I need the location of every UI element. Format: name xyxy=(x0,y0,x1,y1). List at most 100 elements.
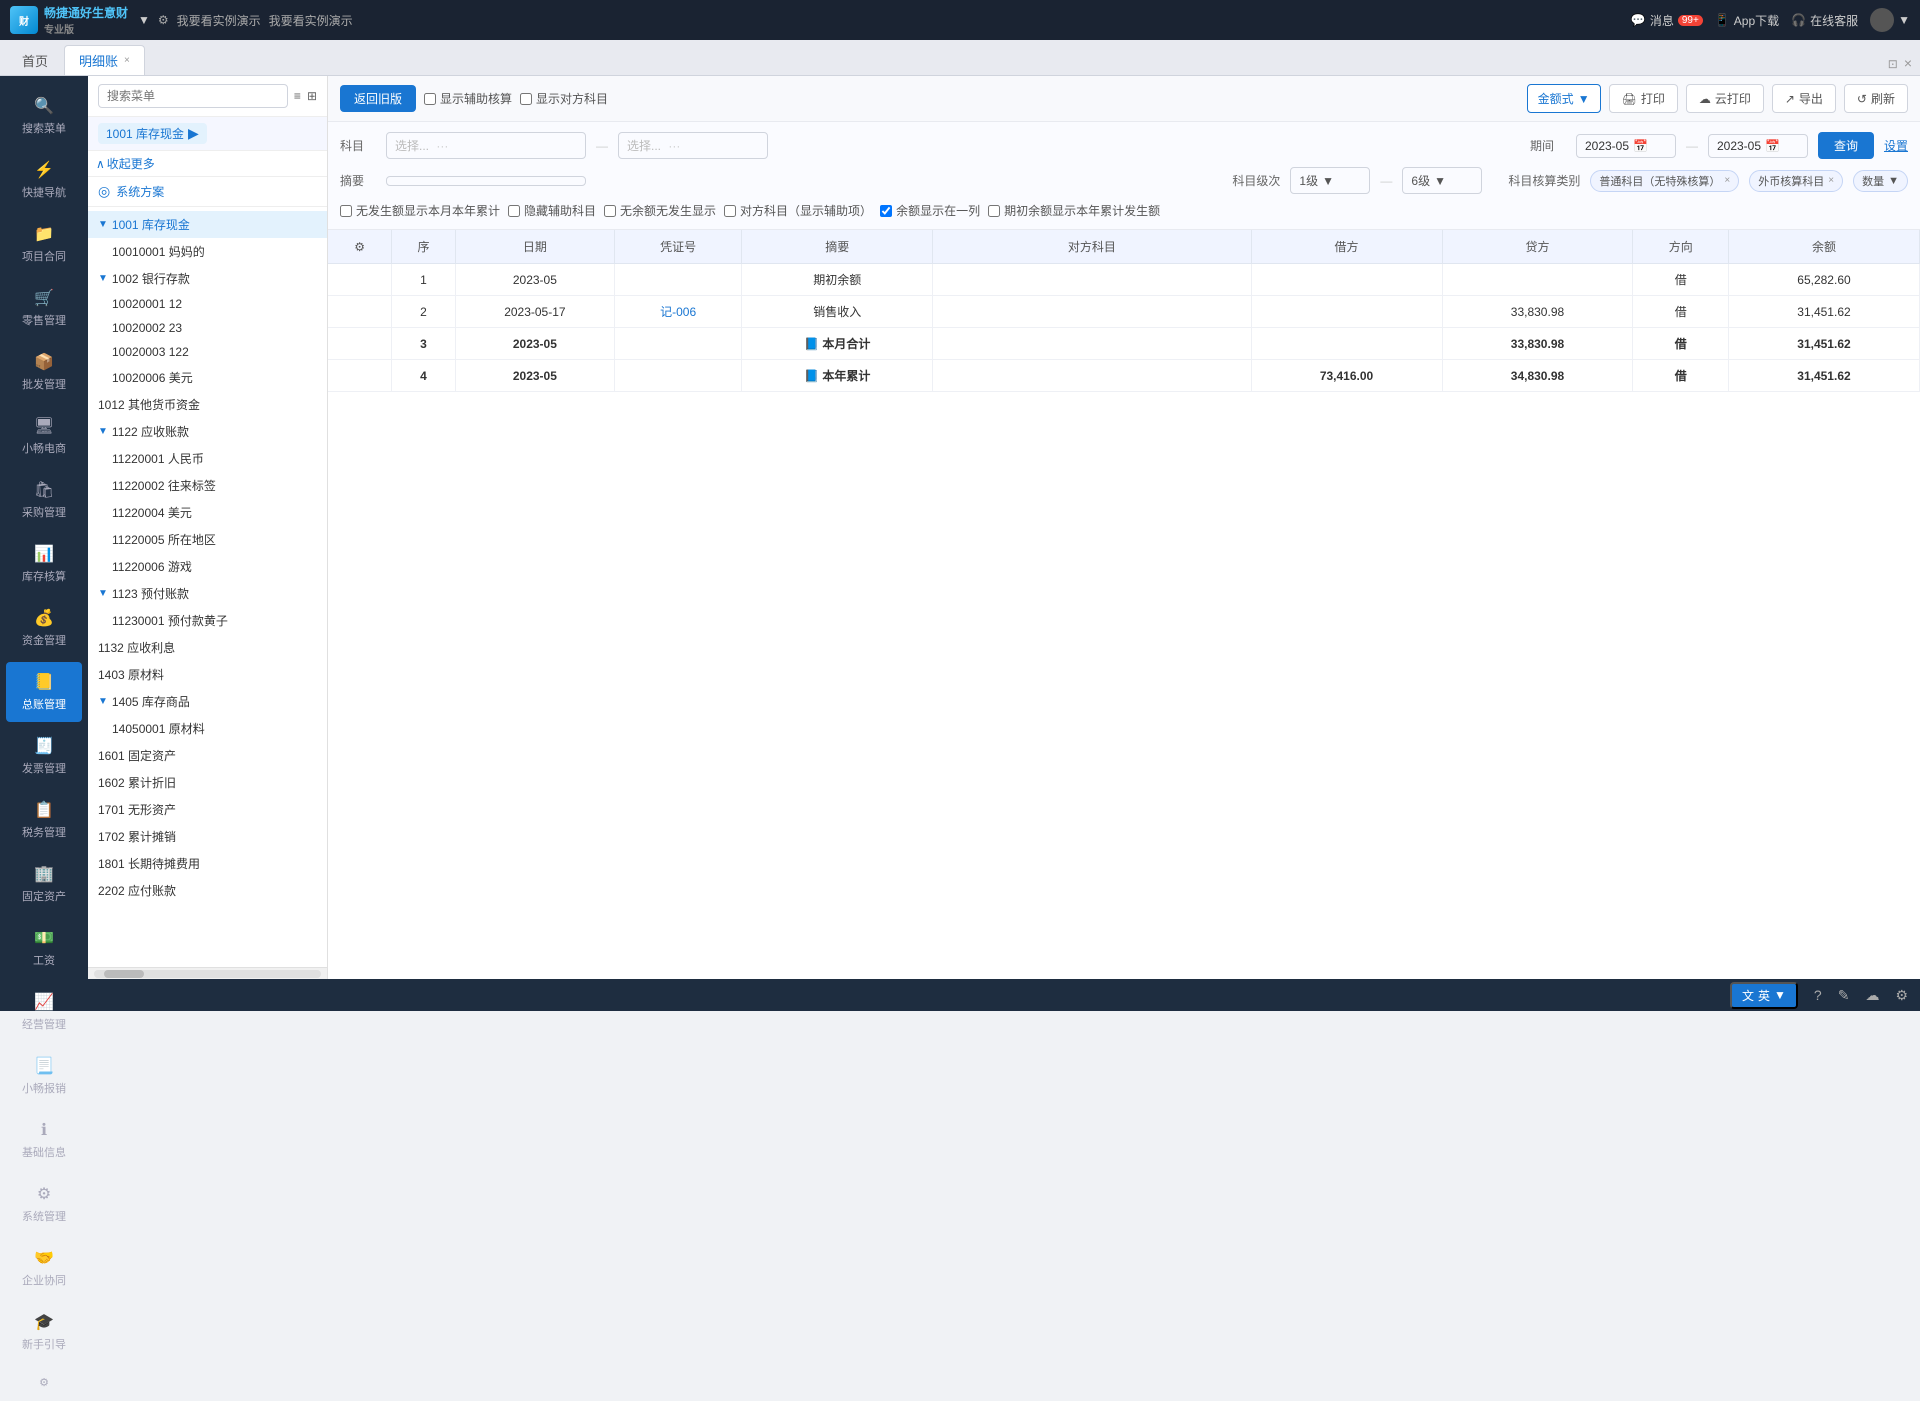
cb-contra-display-input[interactable] xyxy=(724,205,736,217)
sidebar-item-project[interactable]: 📁 项目合同 xyxy=(6,214,82,274)
amount-format-btn[interactable]: 金额式 ▼ xyxy=(1527,84,1601,113)
settings-link[interactable]: 设置 xyxy=(1884,137,1908,154)
sidebar-item-search[interactable]: 🔍 搜索菜单 xyxy=(6,86,82,146)
sidebar-item-inventory[interactable]: 📊 库存核算 xyxy=(6,534,82,594)
tab-active[interactable]: 明细账 × xyxy=(64,45,145,75)
horizontal-scrollbar[interactable] xyxy=(88,967,327,979)
account-filter-input[interactable]: 选择... ··· xyxy=(386,132,586,159)
summary-filter-input[interactable] xyxy=(386,176,586,186)
show-contra-checkbox[interactable] xyxy=(520,93,532,105)
scheme-label[interactable]: 系统方案 xyxy=(116,183,164,200)
account-tag[interactable]: 1001 库存现金 ▶ xyxy=(98,123,207,144)
sidebar-item-tax[interactable]: 📋 税务管理 xyxy=(6,790,82,850)
tree-item-1132[interactable]: 1132 应收利息 xyxy=(88,634,327,661)
tag-foreign-close[interactable]: × xyxy=(1828,175,1834,186)
cb-no-balance-input[interactable] xyxy=(604,205,616,217)
bottom-cloud-icon[interactable]: ☁ xyxy=(1865,987,1879,1004)
level-from-select[interactable]: 1级 ▼ xyxy=(1290,167,1370,194)
bottom-edit-icon[interactable]: ✎ xyxy=(1838,987,1850,1004)
sidebar-item-shortcut[interactable]: ⚡ 快捷导航 xyxy=(6,150,82,210)
demo-label-text[interactable]: 我要看实例演示 xyxy=(269,12,353,29)
tree-item-2202[interactable]: 2202 应付账款 xyxy=(88,877,327,904)
sidebar-item-invoice[interactable]: 🧾 发票管理 xyxy=(6,726,82,786)
tree-item-11220005[interactable]: 11220005 所在地区 xyxy=(102,526,327,553)
tree-item-1801[interactable]: 1801 长期待摊费用 xyxy=(88,850,327,877)
tree-item-10020002[interactable]: 10020002 23 xyxy=(102,316,327,340)
sidebar-settings-btn[interactable]: ⚙ xyxy=(6,1366,82,1399)
cloud-print-btn[interactable]: ☁ 云打印 xyxy=(1686,84,1764,113)
tab-close-all-icon[interactable]: × xyxy=(1904,55,1912,71)
sidebar-item-report[interactable]: 📃 小畅报销 xyxy=(6,1046,82,1106)
tag-qty-arrow[interactable]: ▼ xyxy=(1888,175,1899,187)
settings-icon[interactable]: ⚙ xyxy=(158,13,169,27)
lang-switch-btn[interactable]: 文 英 ▼ xyxy=(1730,982,1798,1009)
demo-link[interactable]: 我要看实例演示 xyxy=(177,12,261,29)
show-aux-checkbox[interactable] xyxy=(424,93,436,105)
panel-icon-expand[interactable]: ⊞ xyxy=(307,89,317,103)
online-service-btn[interactable]: 🎧 在线客服 xyxy=(1791,12,1858,29)
message-btn[interactable]: 💬 消息 99+ xyxy=(1631,12,1703,29)
level-to-select[interactable]: 6级 ▼ xyxy=(1402,167,1482,194)
sidebar-item-ledger[interactable]: 📒 总账管理 xyxy=(6,662,82,722)
cb-no-occur-input[interactable] xyxy=(340,205,352,217)
tag-normal-close[interactable]: × xyxy=(1724,175,1730,186)
sidebar-item-wholesale[interactable]: 📦 批发管理 xyxy=(6,342,82,402)
tree-item-1403[interactable]: 1403 原材料 xyxy=(88,661,327,688)
tree-item-1701[interactable]: 1701 无形资产 xyxy=(88,796,327,823)
sidebar-item-ecommerce[interactable]: 🖥 小畅电商 xyxy=(6,406,82,466)
tree-item-10020001[interactable]: 10020001 12 xyxy=(102,292,327,316)
period-start-input[interactable]: 2023-05 📅 xyxy=(1576,134,1676,158)
filter-toggle[interactable]: ∧ 收起更多 xyxy=(88,151,327,177)
sidebar-item-basic[interactable]: ℹ 基础信息 xyxy=(6,1110,82,1170)
tree-item-11230001[interactable]: 11230001 预付款黄子 xyxy=(102,607,327,634)
sidebar-item-salary[interactable]: 💵 工资 xyxy=(6,918,82,978)
tree-item-1602[interactable]: 1602 累计折旧 xyxy=(88,769,327,796)
tab-close-icon[interactable]: × xyxy=(124,55,130,66)
tab-restore-icon[interactable]: ⊡ xyxy=(1888,57,1898,71)
voucher-link[interactable]: 记-006 xyxy=(660,305,696,319)
sidebar-item-ops[interactable]: 📈 经营管理 xyxy=(6,982,82,1042)
cb-balance-one-col-input[interactable] xyxy=(880,205,892,217)
bottom-help-icon[interactable]: ? xyxy=(1814,987,1822,1003)
query-btn[interactable]: 查询 xyxy=(1818,132,1874,159)
back-old-btn[interactable]: 返回旧版 xyxy=(340,85,416,112)
tree-item-10010001[interactable]: 10010001 妈妈的 xyxy=(102,238,327,265)
panel-icon-list[interactable]: ≡ xyxy=(294,89,301,103)
sidebar-item-assets[interactable]: 🏢 固定资产 xyxy=(6,854,82,914)
tree-item-11220002[interactable]: 11220002 往来标签 xyxy=(102,472,327,499)
tree-item-11220001[interactable]: 11220001 人民币 xyxy=(102,445,327,472)
tree-item-14050001[interactable]: 14050001 原材料 xyxy=(102,715,327,742)
sidebar-item-retail[interactable]: 🛒 零售管理 xyxy=(6,278,82,338)
tree-item-1702[interactable]: 1702 累计摊销 xyxy=(88,823,327,850)
cb-hide-aux-input[interactable] xyxy=(508,205,520,217)
cb-opening-ytd-input[interactable] xyxy=(988,205,1000,217)
tree-item-1601[interactable]: 1601 固定资产 xyxy=(88,742,327,769)
bottom-settings-icon[interactable]: ⚙ xyxy=(1895,987,1908,1004)
sidebar-item-system[interactable]: ⚙ 系统管理 xyxy=(6,1174,82,1234)
account-search-input[interactable] xyxy=(98,84,288,108)
print-btn[interactable]: 🖨 打印 xyxy=(1609,84,1678,113)
tree-item-1405[interactable]: ▼ 1405 库存商品 xyxy=(88,688,327,715)
tab-home[interactable]: 首页 xyxy=(8,45,62,75)
sidebar-item-guide[interactable]: 🎓 新手引导 xyxy=(6,1302,82,1362)
tree-item-1001[interactable]: ▼ 1001 库存现金 xyxy=(88,211,327,238)
sidebar-item-coop[interactable]: 🤝 企业协同 xyxy=(6,1238,82,1298)
tree-item-11220004[interactable]: 11220004 美元 xyxy=(102,499,327,526)
sidebar-item-purchase[interactable]: 🛍 采购管理 xyxy=(6,470,82,530)
refresh-btn[interactable]: ↺ 刷新 xyxy=(1844,84,1908,113)
app-download-btn[interactable]: 📱 App下载 xyxy=(1715,12,1779,29)
sidebar-item-finance[interactable]: 💰 资金管理 xyxy=(6,598,82,658)
tree-item-10020003[interactable]: 10020003 122 xyxy=(102,340,327,364)
account-filter-input-2[interactable]: 选择... ··· xyxy=(618,132,768,159)
row-voucher-1[interactable]: 记-006 xyxy=(614,296,741,328)
tree-item-1123[interactable]: ▼ 1123 预付账款 xyxy=(88,580,327,607)
tree-item-10020006[interactable]: 10020006 美元 xyxy=(102,364,327,391)
export-btn[interactable]: ↗ 导出 xyxy=(1772,84,1836,113)
period-end-input[interactable]: 2023-05 📅 xyxy=(1708,134,1808,158)
scrollbar-thumb[interactable] xyxy=(104,970,144,978)
tree-item-1122[interactable]: ▼ 1122 应收账款 xyxy=(88,418,327,445)
user-area[interactable]: ▼ xyxy=(1870,8,1910,32)
tree-item-1012[interactable]: 1012 其他货币资金 xyxy=(88,391,327,418)
tree-item-11220006[interactable]: 11220006 游戏 xyxy=(102,553,327,580)
col-header-gear[interactable]: ⚙ xyxy=(328,230,392,264)
